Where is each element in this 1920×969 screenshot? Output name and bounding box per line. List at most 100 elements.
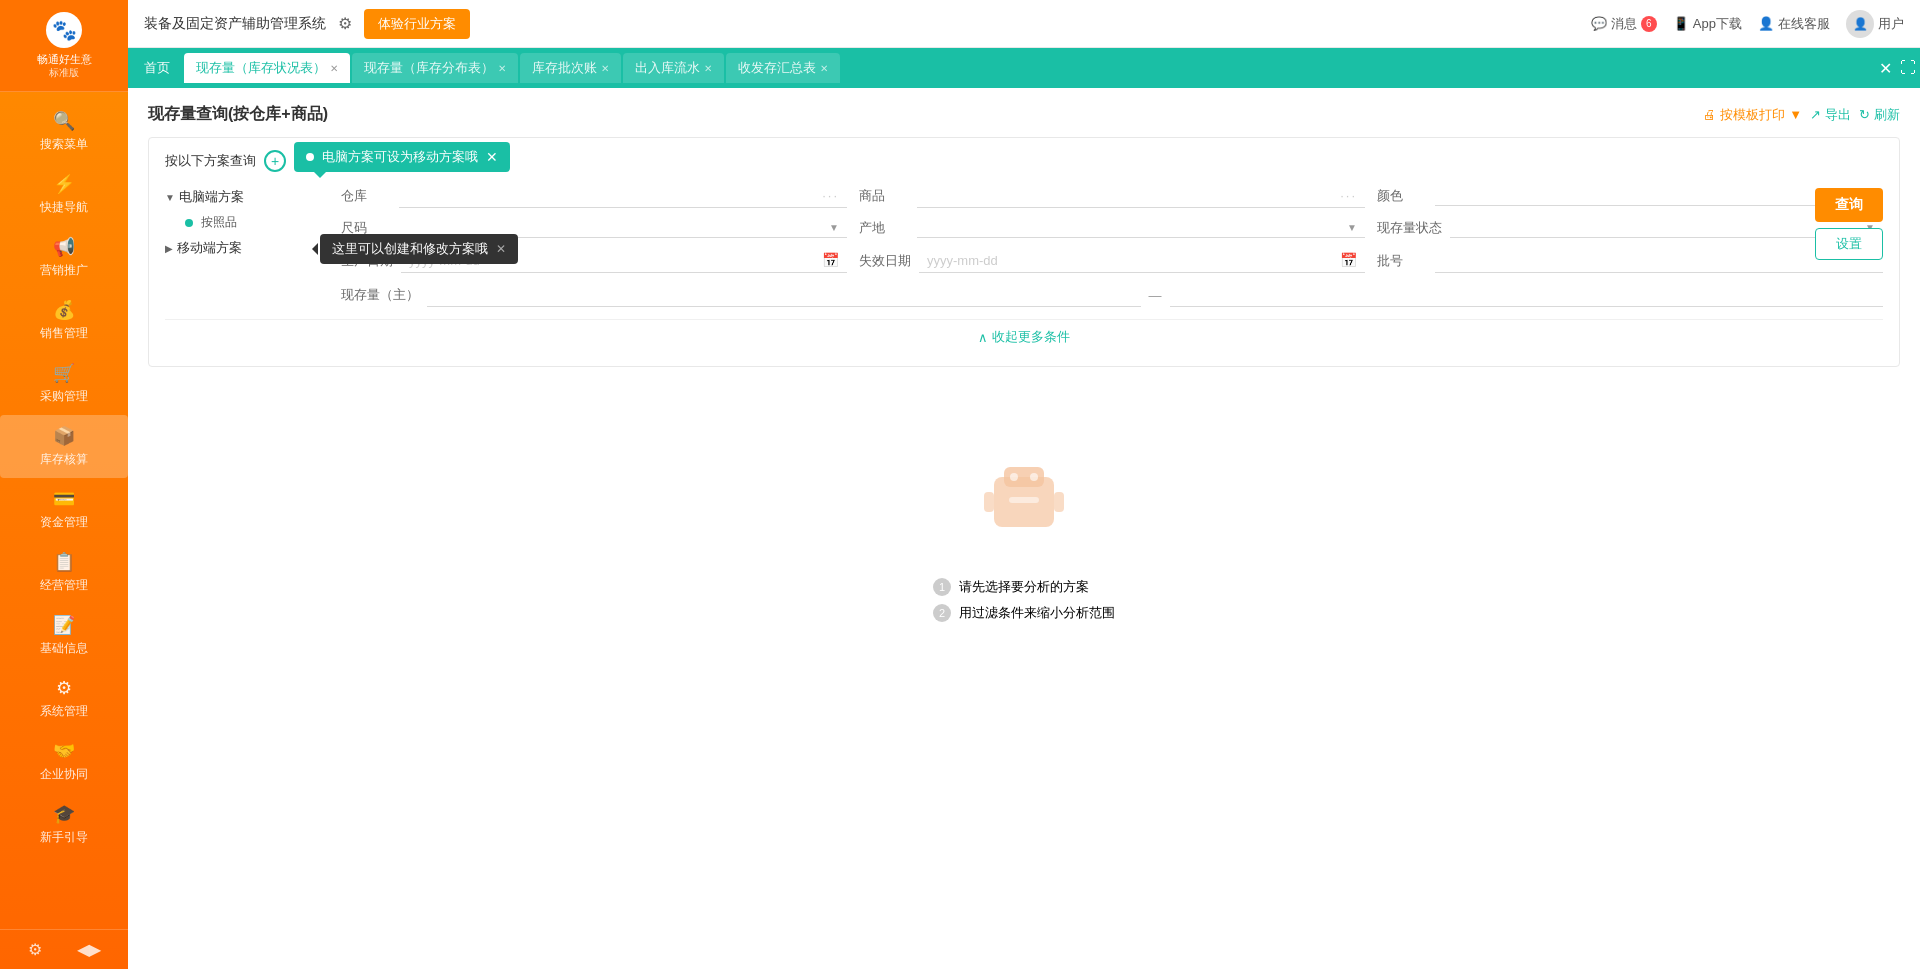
filter-row-2: 尺码 ▼ 产地 ▼ (341, 218, 1883, 238)
phone-icon: 📱 (1673, 16, 1689, 31)
tab-home[interactable]: 首页 (132, 53, 182, 83)
stock-qty-from-input[interactable] (427, 283, 1141, 307)
svg-rect-5 (984, 492, 994, 512)
sidebar-item-guide[interactable]: 🎓 新手引导 (0, 793, 128, 856)
filter-label: 按以下方案查询 (165, 152, 256, 170)
sidebar-logo: 🐾 畅通好生意 标准版 (0, 0, 128, 92)
online-service-item[interactable]: 👤 在线客服 (1758, 15, 1830, 33)
service-icon: 👤 (1758, 16, 1774, 31)
scheme-tree-panel: ▼ 电脑端方案 按照品 ▶ 移动端方案 (165, 184, 325, 315)
btn-template-print[interactable]: 🖨 按模板打印 ▼ (1703, 106, 1802, 124)
basic-icon: 📝 (53, 614, 75, 636)
pc-scheme-item[interactable]: ▼ 电脑端方案 (165, 184, 325, 210)
filter-item-goods: 商品 ··· (859, 184, 1365, 208)
stock-qty-to-input[interactable] (1170, 283, 1884, 307)
tab-close-inout-flow[interactable]: ✕ (704, 63, 712, 74)
scheme-tooltip: 电脑方案可设为移动方案哦 ✕ (294, 142, 510, 172)
header-right: 💬 消息 6 📱 App下载 👤 在线客服 👤 用户 (1591, 10, 1904, 38)
prod-date-icon: 📅 (822, 252, 839, 268)
sidebar-item-basic[interactable]: 📝 基础信息 (0, 604, 128, 667)
pc-scheme-child[interactable]: 按照品 (165, 210, 325, 235)
search-menu-icon: 🔍 (53, 110, 75, 132)
logo-text: 畅通好生意 标准版 (37, 52, 92, 79)
sidebar-item-marketing[interactable]: 📢 营销推广 (0, 226, 128, 289)
warehouse-select[interactable]: ··· (399, 184, 847, 208)
industry-btn[interactable]: 体验行业方案 (364, 9, 470, 39)
system-icon: ⚙ (56, 677, 72, 699)
sidebar-item-inventory[interactable]: 📦 库存核算 (0, 415, 128, 478)
origin-select[interactable]: ▼ (917, 218, 1365, 238)
top-header: 装备及固定资产辅助管理系统 ⚙ 体验行业方案 💬 消息 6 📱 App下载 👤 … (128, 0, 1920, 48)
mobile-scheme-label: 移动端方案 (177, 239, 242, 257)
btn-setup[interactable]: 设置 (1815, 228, 1883, 260)
sidebar-item-operation[interactable]: 📋 经营管理 (0, 541, 128, 604)
inventory-icon: 📦 (53, 425, 75, 447)
scheme-node-dot (185, 219, 193, 227)
user-avatar: 👤 (1846, 10, 1874, 38)
tab-close-receipt-summary[interactable]: ✕ (820, 63, 828, 74)
tab-receipt-summary[interactable]: 收发存汇总表 ✕ (726, 53, 840, 83)
svg-point-2 (1010, 473, 1018, 481)
page-title: 现存量查询(按仓库+商品) (148, 104, 328, 125)
collapse-sidebar-icon[interactable]: ◀▶ (77, 940, 101, 959)
filter-body: ▼ 电脑端方案 按照品 ▶ 移动端方案 (165, 184, 1883, 315)
tab-close-inventory-status[interactable]: ✕ (330, 63, 338, 74)
finance-icon: 💳 (53, 488, 75, 510)
mobile-scheme-item[interactable]: ▶ 移动端方案 (165, 235, 325, 261)
empty-step-2-text: 用过滤条件来缩小分析范围 (959, 604, 1115, 622)
marketing-icon: 📢 (53, 236, 75, 258)
sidebar-item-finance[interactable]: 💳 资金管理 (0, 478, 128, 541)
mobile-scheme-arrow[interactable]: ▶ (165, 243, 173, 254)
settings-bottom-icon[interactable]: ⚙ (28, 940, 42, 959)
btn-export[interactable]: ↗ 导出 (1810, 106, 1851, 124)
edit-tooltip-close[interactable]: ✕ (496, 242, 506, 256)
pc-scheme-arrow[interactable]: ▼ (165, 192, 175, 203)
header-settings-icon[interactable]: ⚙ (338, 14, 352, 33)
enterprise-icon: 🤝 (53, 740, 75, 762)
exp-date-input[interactable]: yyyy-mm-dd 📅 (919, 248, 1365, 273)
message-icon: 💬 (1591, 16, 1607, 31)
sidebar-item-purchase[interactable]: 🛒 采购管理 (0, 352, 128, 415)
tab-close-batch-account[interactable]: ✕ (601, 63, 609, 74)
sidebar-item-system[interactable]: ⚙ 系统管理 (0, 667, 128, 730)
empty-step-1-text: 请先选择要分析的方案 (959, 578, 1089, 596)
pc-scheme-label: 电脑端方案 (179, 188, 244, 206)
range-dash: — (1149, 288, 1162, 303)
header-left: 装备及固定资产辅助管理系统 ⚙ 体验行业方案 (144, 9, 470, 39)
tab-inventory-status[interactable]: 现存量（库存状况表） ✕ (184, 53, 350, 83)
filter-item-color: 颜色 ▼ (1377, 186, 1883, 206)
tab-inout-flow[interactable]: 出入库流水 ✕ (623, 53, 724, 83)
btn-refresh[interactable]: ↻ 刷新 (1859, 106, 1900, 124)
sidebar-item-quick-nav[interactable]: ⚡ 快捷导航 (0, 163, 128, 226)
svg-point-3 (1030, 473, 1038, 481)
page-inner: 现存量查询(按仓库+商品) 🖨 按模板打印 ▼ ↗ 导出 ↻ 刷新 (128, 88, 1920, 969)
collapse-btn[interactable]: ∧ 收起更多条件 (978, 328, 1070, 346)
filter-add-btn[interactable]: + (264, 150, 286, 172)
filter-area: 按以下方案查询 + ✎ 电脑方案可设为移动方案哦 ✕ « (148, 137, 1900, 367)
goods-dots: ··· (1340, 188, 1357, 203)
sidebar-item-search-menu[interactable]: 🔍 搜索菜单 (0, 100, 128, 163)
btn-search-main[interactable]: 查询 (1815, 188, 1883, 222)
collapse-row: ∧ 收起更多条件 (165, 319, 1883, 354)
empty-step-2: 2 用过滤条件来缩小分析范围 (933, 604, 1115, 622)
sidebar-item-sales[interactable]: 💰 销售管理 (0, 289, 128, 352)
tab-batch-account[interactable]: 库存批次账 ✕ (520, 53, 621, 83)
refresh-icon: ↻ (1859, 107, 1870, 122)
system-title: 装备及固定资产辅助管理系统 (144, 15, 326, 33)
empty-state: 1 请先选择要分析的方案 2 用过滤条件来缩小分析范围 (148, 367, 1900, 702)
action-buttons: 查询 设置 (1815, 188, 1883, 260)
sidebar-item-enterprise[interactable]: 🤝 企业协同 (0, 730, 128, 793)
tab-close-inventory-dist[interactable]: ✕ (498, 63, 506, 74)
user-item[interactable]: 👤 用户 (1846, 10, 1904, 38)
filter-header: 按以下方案查询 + ✎ 电脑方案可设为移动方案哦 ✕ « (165, 150, 1883, 172)
message-badge: 6 (1641, 16, 1657, 32)
scheme-tooltip-close[interactable]: ✕ (486, 149, 498, 165)
step-num-1: 1 (933, 578, 951, 596)
step-num-2: 2 (933, 604, 951, 622)
goods-select[interactable]: ··· (917, 184, 1365, 208)
tab-fullscreen-icon[interactable]: ⛶ (1900, 59, 1916, 78)
tab-close-all-icon[interactable]: ✕ (1879, 59, 1892, 78)
message-item[interactable]: 💬 消息 6 (1591, 15, 1657, 33)
app-download-item[interactable]: 📱 App下载 (1673, 15, 1742, 33)
tab-inventory-dist[interactable]: 现存量（库存分布表） ✕ (352, 53, 518, 83)
